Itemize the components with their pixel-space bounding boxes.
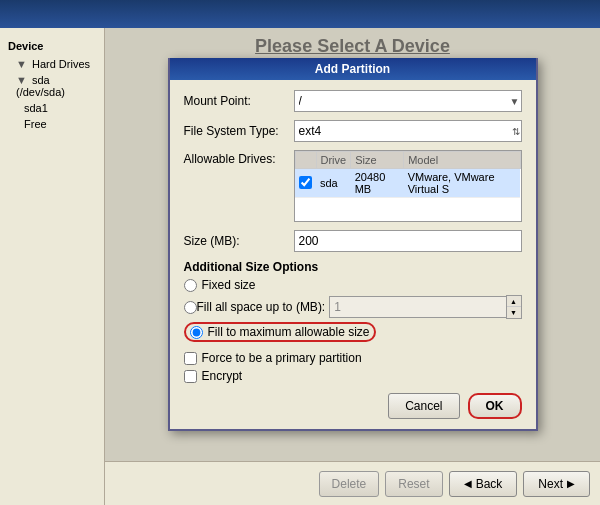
fill-max-radio[interactable] (190, 326, 203, 339)
dialog-titlebar: Add Partition (170, 58, 536, 80)
fill-max-label: Fill to maximum allowable size (208, 325, 370, 339)
drive-checkbox[interactable] (299, 176, 312, 189)
sidebar: Device ▼ Hard Drives ▼ sda (/dev/sda) sd… (0, 28, 105, 505)
filesystem-label: File System Type: (184, 124, 294, 138)
sidebar-label-sda1: sda1 (24, 102, 48, 114)
drives-table-wrap: Drive Size Model sda (294, 150, 522, 222)
action-buttons: Delete Reset (319, 471, 443, 497)
drives-col-check (295, 152, 316, 169)
primary-check-row: Force to be a primary partition (184, 351, 522, 365)
fill-space-label: Fill all space up to (MB): (197, 300, 326, 314)
spinner-arrows: ▲ ▼ (506, 295, 522, 319)
drive-name-cell: sda (316, 169, 351, 198)
drive-check-cell[interactable] (295, 169, 316, 198)
cancel-button[interactable]: Cancel (388, 393, 459, 419)
size-row: Size (MB): (184, 230, 522, 252)
additional-size-section: Additional Size Options Fixed size Fill … (184, 260, 522, 345)
drives-col-model: Model (404, 152, 520, 169)
next-button[interactable]: Next ▶ (523, 471, 590, 497)
sidebar-item-free[interactable]: Free (0, 116, 104, 132)
fill-space-radio[interactable] (184, 301, 197, 314)
encrypt-label: Encrypt (202, 369, 243, 383)
back-button[interactable]: ◀ Back (449, 471, 518, 497)
fixed-size-label: Fixed size (202, 278, 256, 292)
mount-point-select-wrapper[interactable]: / /boot /home ▼ (294, 90, 522, 112)
filesystem-select-wrapper[interactable]: ext4 ext3 ext2 xfs ⇅ (294, 120, 522, 142)
spinner-up-icon[interactable]: ▲ (507, 296, 521, 307)
fixed-size-radio[interactable] (184, 279, 197, 292)
encrypt-checkbox[interactable] (184, 370, 197, 383)
back-label: Back (476, 477, 503, 491)
next-icon: ▶ (567, 478, 575, 489)
sidebar-label-free: Free (24, 118, 47, 130)
drives-table: Drive Size Model sda (295, 151, 521, 198)
drives-col-drive: Drive (316, 152, 351, 169)
bottom-nav: Delete Reset ◀ Back Next ▶ (105, 461, 600, 505)
fixed-size-row: Fixed size (184, 278, 522, 292)
mount-point-row: Mount Point: / /boot /home ▼ (184, 90, 522, 112)
fill-space-spinner: ▲ ▼ (329, 295, 521, 319)
arrow-icon: ▼ (16, 58, 27, 70)
table-row[interactable]: sda 20480 MB VMware, VMware Virtual S (295, 169, 520, 198)
dialog-body: Mount Point: / /boot /home ▼ File System… (170, 80, 536, 429)
additional-size-title: Additional Size Options (184, 260, 522, 274)
reset-button[interactable]: Reset (385, 471, 442, 497)
encrypt-check-row: Encrypt (184, 369, 522, 383)
dialog-footer: Cancel OK (184, 393, 522, 419)
drives-row: Allowable Drives: Drive Size Model (184, 150, 522, 222)
filesystem-row: File System Type: ext4 ext3 ext2 xfs ⇅ (184, 120, 522, 142)
modal-overlay: Add Partition Mount Point: / /boot /home… (105, 28, 600, 461)
drives-label: Allowable Drives: (184, 152, 294, 166)
primary-checkbox[interactable] (184, 352, 197, 365)
primary-label: Force to be a primary partition (202, 351, 362, 365)
fill-max-container: Fill to maximum allowable size (184, 322, 522, 345)
fill-max-row: Fill to maximum allowable size (184, 322, 376, 342)
back-icon: ◀ (464, 478, 472, 489)
fill-space-input[interactable] (329, 296, 505, 318)
filesystem-select[interactable]: ext4 ext3 ext2 xfs (294, 120, 522, 142)
top-bar (0, 0, 600, 28)
sidebar-header: Device (0, 36, 104, 56)
size-input[interactable] (294, 230, 522, 252)
sidebar-item-sda1[interactable]: sda1 (0, 100, 104, 116)
drives-col-size: Size (351, 152, 404, 169)
add-partition-dialog: Add Partition Mount Point: / /boot /home… (168, 58, 538, 431)
spinner-down-icon[interactable]: ▼ (507, 307, 521, 318)
fill-space-row: Fill all space up to (MB): ▲ ▼ (184, 295, 522, 319)
sidebar-label-hard-drives: Hard Drives (32, 58, 90, 70)
delete-button[interactable]: Delete (319, 471, 380, 497)
mount-point-select[interactable]: / /boot /home (294, 90, 522, 112)
drive-model-cell: VMware, VMware Virtual S (404, 169, 520, 198)
main-area: Device ▼ Hard Drives ▼ sda (/dev/sda) sd… (0, 28, 600, 505)
next-label: Next (538, 477, 563, 491)
ok-button[interactable]: OK (468, 393, 522, 419)
sidebar-item-hard-drives[interactable]: ▼ Hard Drives (0, 56, 104, 72)
arrow-icon-sda: ▼ (16, 74, 27, 86)
drive-size-cell: 20480 MB (351, 169, 404, 198)
sidebar-item-sda[interactable]: ▼ sda (/dev/sda) (0, 72, 104, 100)
mount-point-label: Mount Point: (184, 94, 294, 108)
size-label: Size (MB): (184, 234, 294, 248)
